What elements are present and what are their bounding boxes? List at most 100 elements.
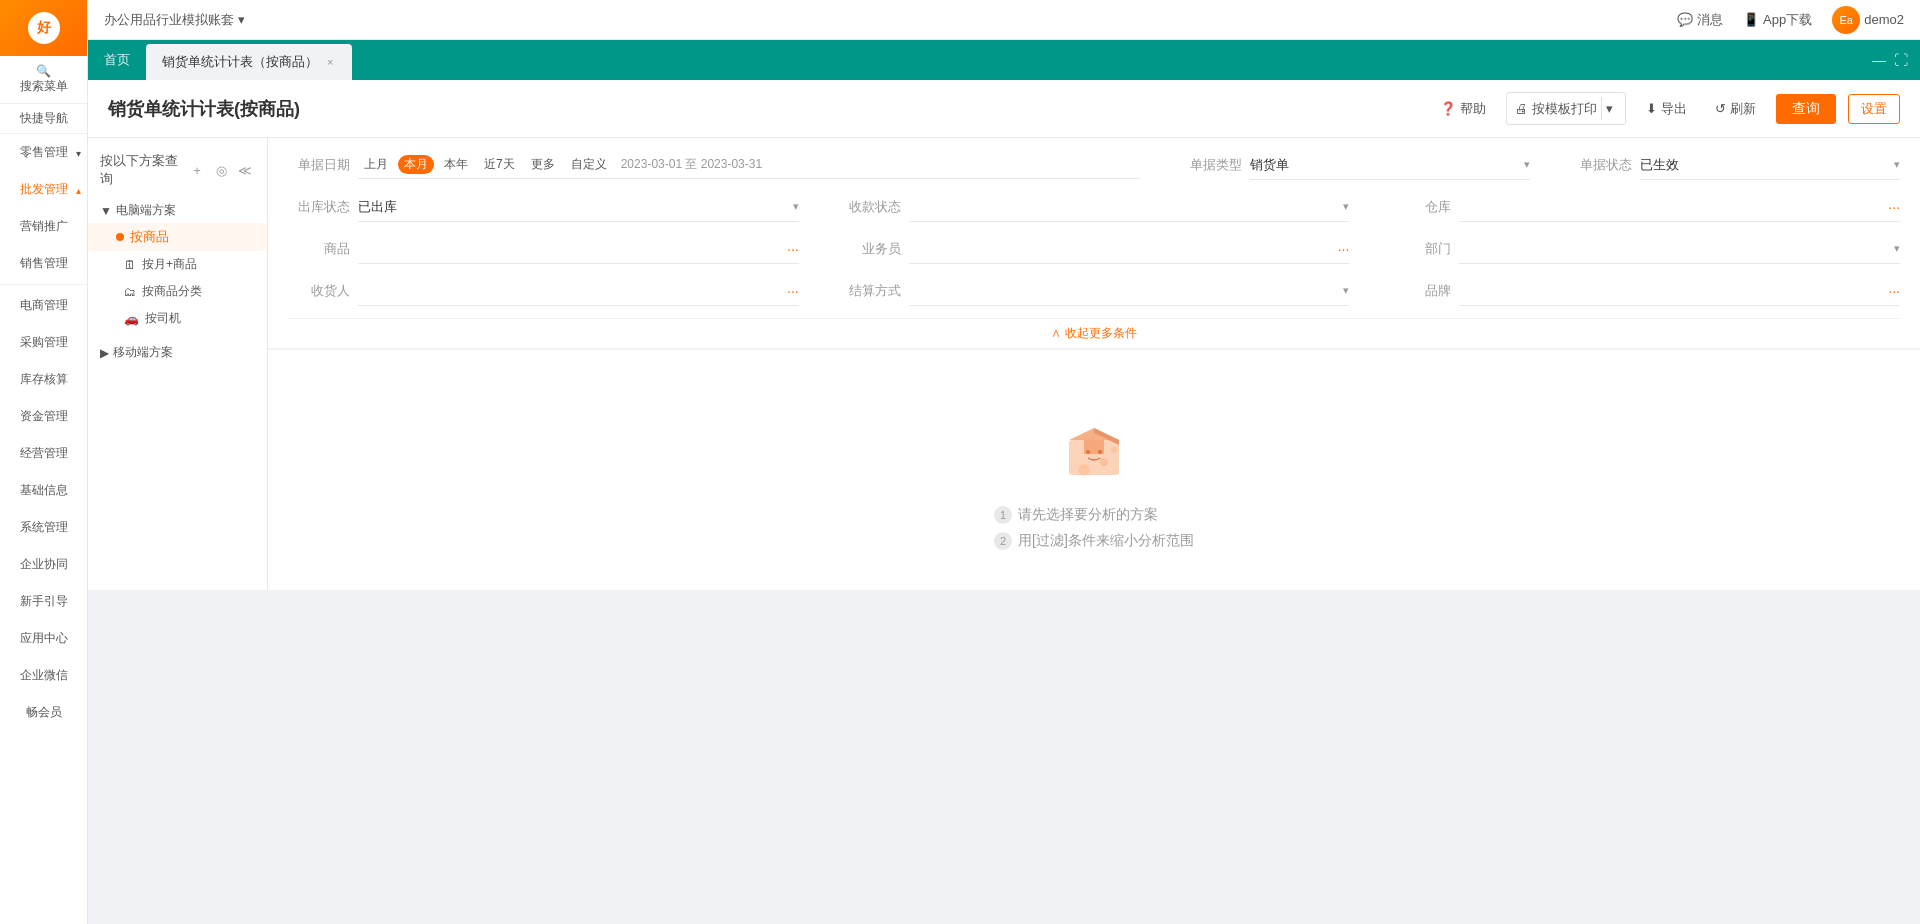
minimize-icon[interactable]: —: [1872, 52, 1886, 68]
svg-point-5: [1078, 464, 1090, 476]
date-tab-year[interactable]: 本年: [438, 155, 474, 174]
brand-selector[interactable]: ···: [1459, 276, 1900, 306]
sidebar-item-retail[interactable]: 零售管理 ▾: [0, 134, 87, 171]
sidebar-item-inventory[interactable]: 库存核算: [0, 361, 87, 398]
empty-tip-2: 2 用[过滤]条件来缩小分析范围: [994, 532, 1194, 550]
user-profile[interactable]: Ea demo2: [1832, 6, 1904, 34]
refresh-icon: ↺: [1715, 101, 1726, 116]
sidebar-item-wechat[interactable]: 企业微信: [0, 657, 87, 694]
home-tab-label: 首页: [104, 51, 130, 69]
filter-row-2: 出库状态 已出库 ▾ 收款状态 ▾ 仓库: [288, 192, 1900, 222]
tip-number-2: 2: [994, 532, 1012, 550]
sidebar: 好 🔍 搜索菜单 快捷导航 零售管理 ▾ 批发管理 ▴ 营销推广 销售管理 电商…: [0, 0, 88, 924]
sidebar-item-enterprise[interactable]: 企业协同: [0, 546, 87, 583]
scheme-item-by-driver[interactable]: 🚗 按司机: [88, 305, 267, 332]
date-tabs: 上月 本月 本年 近7天 更多 自定义: [358, 155, 613, 174]
tip-text-1: 请先选择要分析的方案: [1018, 506, 1158, 524]
date-tab-7days[interactable]: 近7天: [478, 155, 521, 174]
dept-selector[interactable]: ▾: [1459, 234, 1900, 264]
scheme-collapse-btn[interactable]: ≪: [235, 160, 255, 180]
current-tab-label: 销货单统计计表（按商品）: [162, 53, 318, 71]
collapse-filter-btn[interactable]: ∧ 收起更多条件: [288, 318, 1900, 348]
scheme-header: 按以下方案查询 + ◎ ≪: [88, 146, 267, 194]
type-selector[interactable]: 销货单 ▾: [1250, 150, 1530, 180]
tab-close-btn[interactable]: ×: [324, 55, 336, 69]
sidebar-item-wholesale[interactable]: 批发管理 ▴: [0, 171, 87, 208]
query-label: 查询: [1792, 100, 1820, 118]
brand-ellipsis-btn[interactable]: ···: [1888, 283, 1900, 299]
sidebar-item-ecommerce[interactable]: 电商管理: [0, 287, 87, 324]
member-label: 畅会员: [26, 704, 62, 721]
store-ellipsis-btn[interactable]: ···: [1888, 199, 1900, 215]
export-btn[interactable]: ⬇ 导出: [1638, 96, 1695, 122]
sidebar-item-basic[interactable]: 基础信息: [0, 472, 87, 509]
message-icon: 💬: [1677, 12, 1693, 27]
payment-method-selector[interactable]: ▾: [909, 276, 1350, 306]
system-label: 系统管理: [20, 519, 68, 536]
sidebar-item-marketing[interactable]: 营销推广: [0, 208, 87, 245]
user-name: demo2: [1864, 12, 1904, 27]
sidebar-item-system[interactable]: 系统管理: [0, 509, 87, 546]
app-logo[interactable]: 好: [0, 0, 87, 56]
print-dropdown-btn[interactable]: ▾: [1601, 97, 1617, 120]
status-selector[interactable]: 已生效 ▾: [1640, 150, 1900, 180]
store-selector[interactable]: ···: [1459, 192, 1900, 222]
scheme-add-btn[interactable]: +: [187, 160, 207, 180]
date-tab-custom[interactable]: 自定义: [565, 155, 613, 174]
store-label: 仓库: [1389, 198, 1459, 216]
sidebar-item-guide[interactable]: 新手引导: [0, 583, 87, 620]
app-download-btn[interactable]: 📱 App下载: [1743, 11, 1812, 29]
type-label: 单据类型: [1180, 156, 1250, 174]
sidebar-item-quick[interactable]: 快捷导航: [0, 104, 87, 134]
scheme-item-by-category[interactable]: 🗂 按商品分类: [88, 278, 267, 305]
page-title: 销货单统计计表(按商品): [108, 97, 300, 121]
payment-selector[interactable]: ▾: [909, 192, 1350, 222]
receiver-selector[interactable]: ···: [358, 276, 799, 306]
sidebar-item-member[interactable]: 畅会员: [0, 694, 87, 731]
refresh-btn[interactable]: ↺ 刷新: [1707, 96, 1764, 122]
by-driver-icon: 🚗: [124, 312, 139, 326]
scheme-edit-btn[interactable]: ◎: [211, 160, 231, 180]
by-month-icon: 🗓: [124, 258, 136, 272]
date-picker[interactable]: 上月 本月 本年 近7天 更多 自定义 2023-03-01 至 2023-03…: [358, 151, 1140, 179]
settings-btn[interactable]: 设置: [1848, 94, 1900, 124]
sidebar-item-finance[interactable]: 资金管理: [0, 398, 87, 435]
maximize-icon[interactable]: ⛶: [1894, 52, 1908, 68]
date-tab-current-month[interactable]: 本月: [398, 155, 434, 174]
industry-selector[interactable]: 办公用品行业模拟账套 ▾: [104, 11, 245, 29]
sidebar-item-apps[interactable]: 应用中心: [0, 620, 87, 657]
scheme-item-by-month-goods[interactable]: 🗓 按月+商品: [88, 251, 267, 278]
wechat-label: 企业微信: [20, 667, 68, 684]
help-btn[interactable]: ❓ 帮助: [1432, 96, 1494, 122]
scheme-sub-label-1: 按月+商品: [142, 256, 197, 273]
goods-selector[interactable]: ···: [358, 234, 799, 264]
tab-current[interactable]: 销货单统计计表（按商品） ×: [146, 44, 352, 80]
tab-bar-right: — ⛶: [1860, 40, 1920, 80]
staff-selector[interactable]: ···: [909, 234, 1350, 264]
business-label: 经营管理: [20, 445, 68, 462]
warehouse-selector[interactable]: 已出库 ▾: [358, 192, 799, 222]
date-tab-more[interactable]: 更多: [525, 155, 561, 174]
type-dropdown-icon: ▾: [1524, 158, 1530, 171]
sidebar-item-sales[interactable]: 销售管理: [0, 245, 87, 282]
scheme-item-by-goods[interactable]: 按商品: [88, 223, 267, 251]
tab-home[interactable]: 首页: [88, 40, 146, 80]
message-btn[interactable]: 💬 消息: [1677, 11, 1723, 29]
sidebar-item-business[interactable]: 经营管理: [0, 435, 87, 472]
app-download-label: App下载: [1763, 11, 1812, 29]
query-btn[interactable]: 查询: [1776, 94, 1836, 124]
receiver-ellipsis-btn[interactable]: ···: [787, 283, 799, 299]
pc-section-header[interactable]: ▼ 电脑端方案: [88, 198, 267, 223]
sidebar-item-purchase[interactable]: 采购管理: [0, 324, 87, 361]
tab-bar: 首页 销货单统计计表（按商品） × — ⛶: [88, 40, 1920, 80]
payment-method-dropdown-icon: ▾: [1343, 284, 1349, 297]
goods-ellipsis-btn[interactable]: ···: [787, 241, 799, 257]
mobile-section-header[interactable]: ▶ 移动端方案: [88, 340, 267, 365]
export-icon: ⬇: [1646, 101, 1657, 116]
svg-point-8: [1098, 450, 1102, 454]
staff-ellipsis-btn[interactable]: ···: [1338, 241, 1350, 257]
date-tab-prev-month[interactable]: 上月: [358, 155, 394, 174]
sidebar-item-search[interactable]: 🔍 搜索菜单: [0, 56, 87, 104]
pc-scheme-section: ▼ 电脑端方案 按商品 🗓 按月+商品 🗂 按商品分类: [88, 194, 267, 336]
print-btn[interactable]: 🖨 按模板打印 ▾: [1506, 92, 1626, 125]
